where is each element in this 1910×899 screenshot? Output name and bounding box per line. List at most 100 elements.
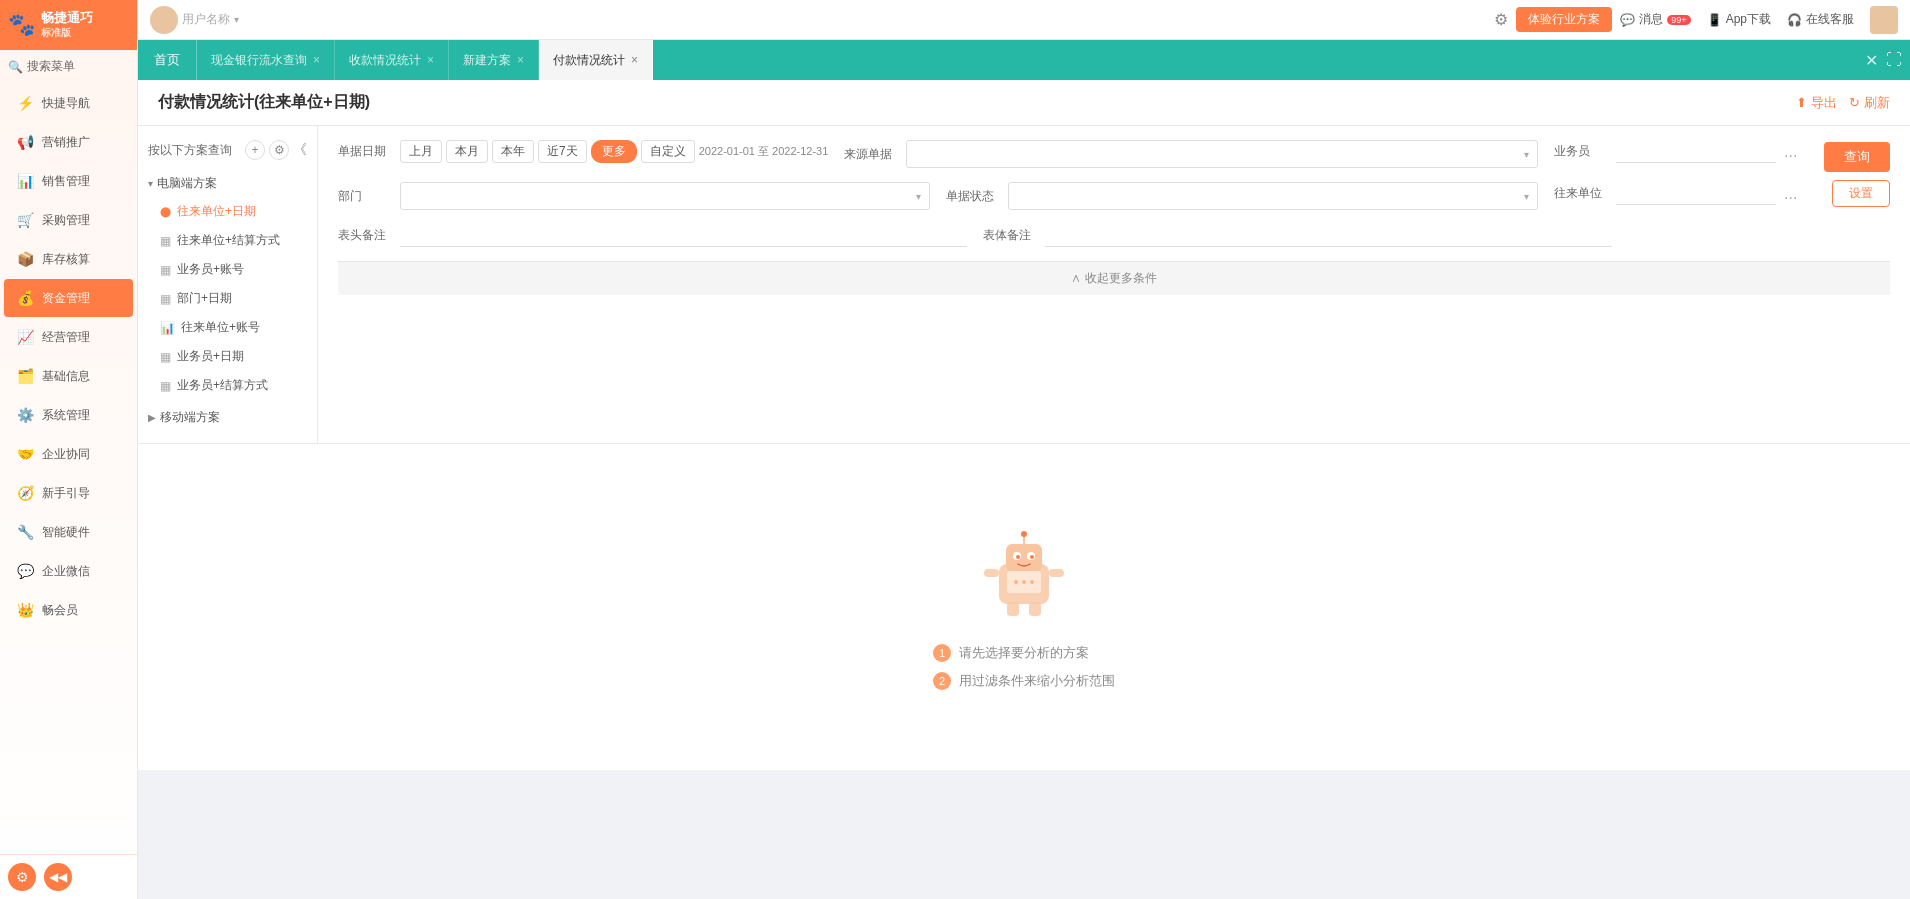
close-all-tabs-icon[interactable]: ✕ [1865,51,1878,70]
tab-collection[interactable]: 收款情况统计 × [335,40,449,80]
sidebar-item-hardware[interactable]: 🔧 智能硬件 [4,513,133,551]
scheme-panel-header: 按以下方案查询 + ⚙ 《 [138,136,317,168]
sidebar-item-member[interactable]: 👑 畅会员 [4,591,133,629]
sales-label: 销售管理 [42,173,90,190]
sidebar-item-wechat[interactable]: 💬 企业微信 [4,552,133,590]
sidebar-item-basics[interactable]: 🗂️ 基础信息 [4,357,133,395]
sidebar-item-system[interactable]: ⚙️ 系统管理 [4,396,133,434]
sidebar-logo: 🐾 畅捷通巧 标准版 [0,0,137,50]
salesman-input[interactable] [1616,140,1776,163]
tab-home[interactable]: 首页 [138,40,197,80]
refresh-button[interactable]: ↻ 刷新 [1849,94,1890,112]
tab-payment-label: 付款情况统计 [553,52,625,69]
source-label: 来源单据 [844,146,898,163]
purchase-label: 采购管理 [42,212,90,229]
filter-settings-button[interactable]: 设置 [1832,180,1890,207]
tab-bank-flow[interactable]: 现金银行流水查询 × [197,40,335,80]
scheme-item-salesman-date-label: 业务员+日期 [177,348,244,365]
fullscreen-icon[interactable]: ⛶ [1886,51,1902,69]
finance-icon: 💰 [16,289,34,307]
scheme-group-desktop-header[interactable]: ▾ 电脑端方案 [138,170,317,197]
tab-bank-flow-close-icon[interactable]: × [313,53,320,67]
sidebar-item-inventory[interactable]: 📦 库存核算 [4,240,133,278]
header-note-input[interactable] [400,224,967,247]
sidebar-item-guide[interactable]: 🧭 新手引导 [4,474,133,512]
header-avatar[interactable] [1870,6,1898,34]
query-button[interactable]: 查询 [1824,142,1890,172]
scheme-item-counterparty-settlement-label: 往来单位+结算方式 [177,232,280,249]
app-download-action[interactable]: 📱 App下载 [1707,11,1771,28]
tab-payment-close-icon[interactable]: × [631,53,638,67]
sidebar-item-finance[interactable]: 💰 资金管理 [4,279,133,317]
filter-rows-container: 单据日期 上月 本月 本年 近7天 更多 自定义 2022-01-01 至 20… [338,140,1890,261]
sidebar-item-marketing[interactable]: 📢 营销推广 [4,123,133,161]
chevron-down-icon[interactable]: ▾ [234,14,239,25]
svg-point-4 [1016,555,1020,559]
collapse-sidebar-btn[interactable]: ◀◀ [44,863,72,891]
scheme-item-salesman-date[interactable]: ▦ 业务员+日期 [138,342,317,371]
scheme-item-counterparty-settlement[interactable]: ▦ 往来单位+结算方式 [138,226,317,255]
settings-bottom-btn[interactable]: ⚙ [8,863,36,891]
try-industry-button[interactable]: 体验行业方案 [1516,7,1612,32]
scheme-chart-icon: 📊 [160,321,175,335]
empty-svg-illustration [964,524,1084,624]
scheme-item-counterparty-account[interactable]: 📊 往来单位+账号 [138,313,317,342]
export-label: 导出 [1811,94,1837,112]
sidebar-nav: ⚡ 快捷导航 📢 营销推广 📊 销售管理 🛒 采购管理 📦 库存核算 💰 资金管… [0,83,137,854]
filter-group-dept: 部门 ▾ [338,182,930,210]
collapse-conditions-btn[interactable]: ∧ 收起更多条件 [338,261,1890,295]
sidebar-item-operations[interactable]: 📈 经营管理 [4,318,133,356]
tab-payment[interactable]: 付款情况统计 × [539,40,653,80]
counterparty-input[interactable] [1616,182,1776,205]
filter-group-salesman: 业务员 ... [1554,140,1808,163]
scheme-panel-title: 按以下方案查询 [148,142,232,159]
tip-num-1: 1 [933,644,951,662]
customer-service-action[interactable]: 🎧 在线客服 [1787,11,1854,28]
add-scheme-btn[interactable]: + [245,140,265,160]
hardware-label: 智能硬件 [42,524,90,541]
tab-new-scheme[interactable]: 新建方案 × [449,40,539,80]
page-header: 付款情况统计(往来单位+日期) ⬆ 导出 ↻ 刷新 [138,80,1910,126]
scheme-item-dept-date[interactable]: ▦ 部门+日期 [138,284,317,313]
sidebar-item-quick-nav[interactable]: ⚡ 快捷导航 [4,84,133,122]
scheme-item-counterparty-date[interactable]: ⬤ 往来单位+日期 [138,197,317,226]
date-this-year-btn[interactable]: 本年 [492,140,534,163]
dept-select[interactable]: ▾ [400,182,930,210]
date-custom-btn[interactable]: 自定义 [641,140,695,163]
counterparty-label: 往来单位 [1554,185,1608,202]
doc-status-chevron-icon: ▾ [1524,191,1529,202]
scheme-table-icon-3: ▦ [160,292,171,306]
svg-rect-10 [1007,602,1019,616]
scheme-group-mobile-header[interactable]: ▶ 移动端方案 [138,404,317,431]
message-icon: 💬 [1620,13,1635,27]
top-header: 用户名称 ▾ ⚙ 体验行业方案 💬 消息 99+ 📱 App下载 🎧 在线客服 [138,0,1910,40]
salesman-dots[interactable]: ... [1784,143,1808,161]
date-this-month-btn[interactable]: 本月 [446,140,488,163]
tab-collection-close-icon[interactable]: × [427,53,434,67]
counterparty-dots[interactable]: ... [1784,185,1808,203]
scheme-active-icon: ⬤ [160,206,171,217]
date-last-month-btn[interactable]: 上月 [400,140,442,163]
svg-rect-1 [1006,544,1042,572]
search-menu[interactable]: 🔍 搜索菜单 [0,50,137,83]
sidebar-item-purchase[interactable]: 🛒 采购管理 [4,201,133,239]
filter-group-doc-status: 单据状态 ▾ [946,182,1538,210]
source-select[interactable]: ▾ [906,140,1538,168]
sidebar-item-sales[interactable]: 📊 销售管理 [4,162,133,200]
sidebar-item-enterprise[interactable]: 🤝 企业协同 [4,435,133,473]
messages-action[interactable]: 💬 消息 99+ [1620,11,1690,28]
date-last-7days-btn[interactable]: 近7天 [538,140,587,163]
scheme-item-salesman-settlement[interactable]: ▦ 业务员+结算方式 [138,371,317,400]
scheme-settings-btn[interactable]: ⚙ [269,140,289,160]
collapse-scheme-btn[interactable]: 《 [293,141,307,159]
tab-new-scheme-close-icon[interactable]: × [517,53,524,67]
filter-panel: 单据日期 上月 本月 本年 近7天 更多 自定义 2022-01-01 至 20… [318,126,1910,443]
export-button[interactable]: ⬆ 导出 [1796,94,1837,112]
date-more-btn[interactable]: 更多 [591,140,637,163]
gear-icon[interactable]: ⚙ [1494,10,1508,29]
doc-status-select[interactable]: ▾ [1008,182,1538,210]
body-note-input[interactable] [1045,224,1612,247]
date-label: 单据日期 [338,143,392,160]
scheme-panel-header-actions: + ⚙ 《 [245,140,307,160]
scheme-item-salesman-account[interactable]: ▦ 业务员+账号 [138,255,317,284]
